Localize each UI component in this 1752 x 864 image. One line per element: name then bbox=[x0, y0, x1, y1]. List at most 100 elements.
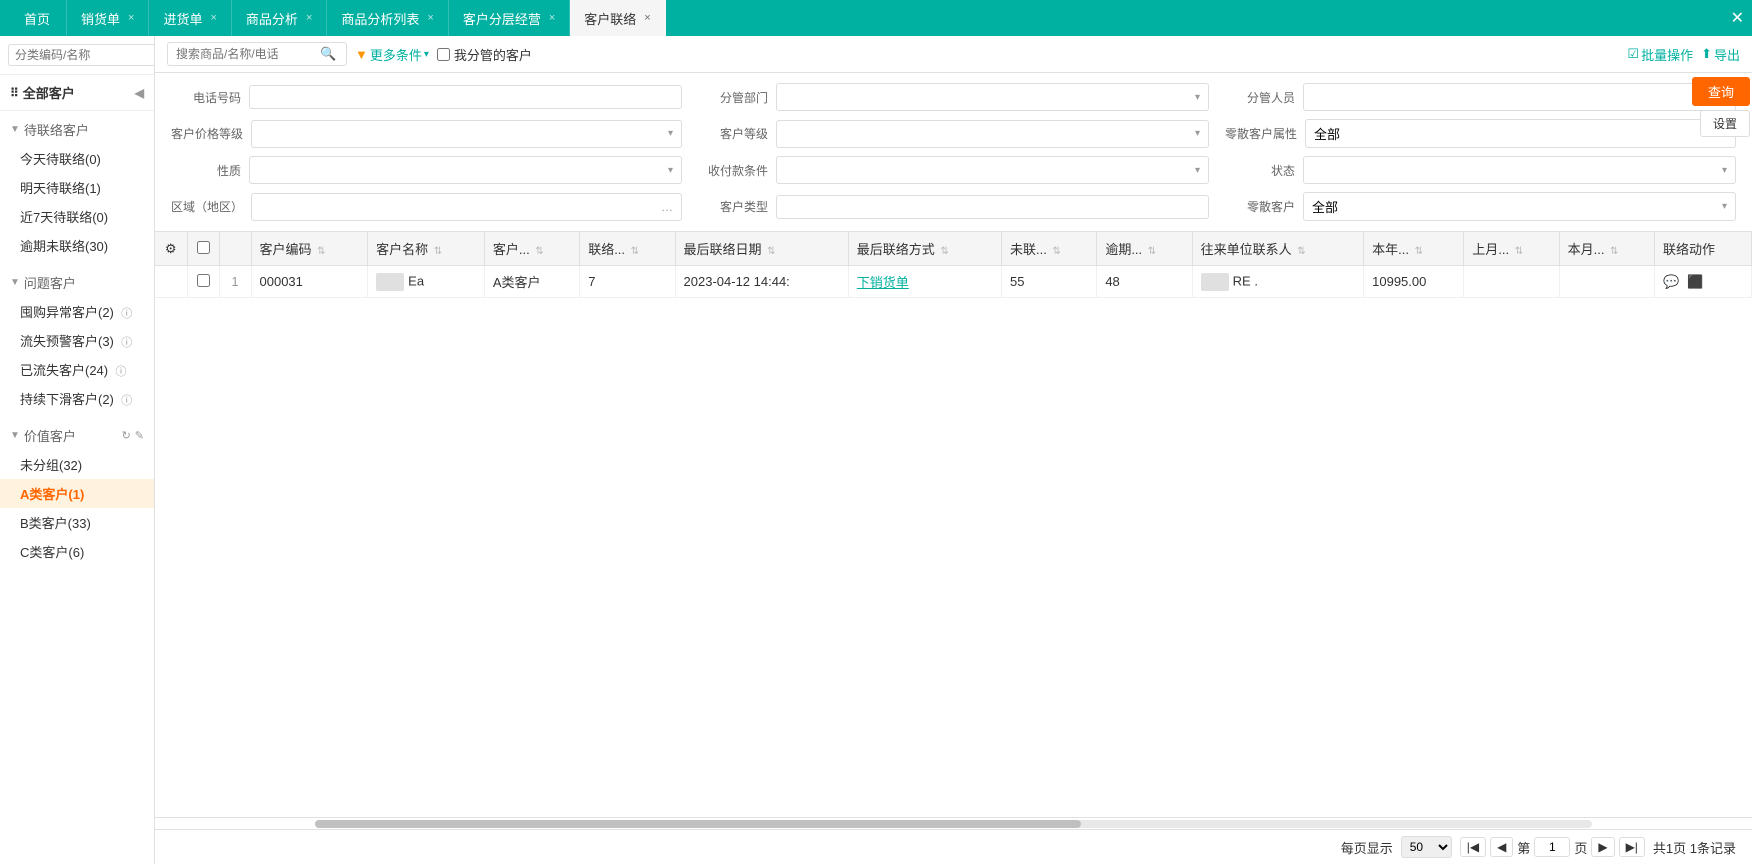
sidebar: 🔍 ⠿ 全部客户 ◀ ▼ 待联络客户 今天待联络(0) 明天待联络(1) 近7天… bbox=[0, 36, 155, 864]
sidebar-item-today[interactable]: 今天待联络(0) bbox=[0, 144, 154, 173]
filter-label-dept: 分管部门 bbox=[698, 89, 768, 106]
filter-region-select[interactable]: … bbox=[251, 193, 682, 221]
collapse-icon[interactable]: ◀ bbox=[135, 86, 144, 100]
section-title-value[interactable]: ▼ 价值客户 ↻ ✎ bbox=[0, 421, 154, 450]
col-gear[interactable]: ⚙ bbox=[155, 232, 187, 266]
filter-phone-input[interactable] bbox=[249, 85, 682, 109]
sidebar-search-input[interactable] bbox=[8, 44, 155, 66]
tab-label-customer-tier: 客户分层经营 bbox=[463, 9, 541, 28]
close-icon[interactable]: × bbox=[210, 12, 216, 24]
close-icon[interactable]: × bbox=[644, 12, 650, 24]
col-contacts-person[interactable]: 往来单位联系人 ⇅ bbox=[1192, 232, 1363, 266]
info-icon: ⓘ bbox=[121, 395, 132, 407]
section-title-pending[interactable]: ▼ 待联络客户 bbox=[0, 115, 154, 144]
prev-page-btn[interactable]: ◀ bbox=[1490, 837, 1513, 857]
col-name[interactable]: 客户名称 ⇅ bbox=[368, 232, 485, 266]
batch-ops-btn[interactable]: ☑ 批量操作 bbox=[1627, 45, 1693, 64]
window-close-icon[interactable]: ✕ bbox=[1731, 8, 1744, 28]
triangle-icon: ▼ bbox=[10, 277, 20, 288]
col-this-month[interactable]: 本月... ⇅ bbox=[1559, 232, 1654, 266]
query-button[interactable]: 查询 bbox=[1692, 77, 1750, 106]
search-bar[interactable]: 🔍 bbox=[167, 42, 347, 66]
filter-label-phone: 电话号码 bbox=[171, 89, 241, 106]
table-row: 1 000031 Ea A类客户 7 2023-04-12 14:44: 下销货… bbox=[155, 266, 1752, 298]
col-checkbox[interactable] bbox=[187, 232, 219, 266]
col-type[interactable]: 客户... ⇅ bbox=[484, 232, 579, 266]
filter-dept-select[interactable]: ▾ bbox=[776, 83, 1209, 111]
my-customers-checkbox-label[interactable]: 我分管的客户 bbox=[437, 45, 532, 64]
nav-tab-analysis[interactable]: 商品分析 × bbox=[232, 0, 327, 36]
section-label-pending: 待联络客户 bbox=[24, 120, 89, 139]
sidebar-item-ungrouped[interactable]: 未分组(32) bbox=[0, 450, 154, 479]
message-icon[interactable]: 💬 bbox=[1663, 274, 1679, 290]
search-icon[interactable]: 🔍 bbox=[320, 46, 336, 62]
my-customers-label: 我分管的客户 bbox=[454, 45, 532, 64]
sidebar-item-declining[interactable]: 持续下滑客户(2) ⓘ bbox=[0, 384, 154, 413]
main-search-input[interactable] bbox=[176, 47, 316, 61]
refresh-icon[interactable]: ↻ bbox=[122, 429, 131, 442]
page-num-input[interactable] bbox=[1534, 837, 1570, 857]
close-icon[interactable]: × bbox=[549, 12, 555, 24]
nav-tab-customer-tier[interactable]: 客户分层经营 × bbox=[449, 0, 570, 36]
sidebar-item-hoarding[interactable]: 囤购异常客户(2) ⓘ bbox=[0, 297, 154, 326]
filter-label-status: 状态 bbox=[1225, 162, 1295, 179]
edit-icon[interactable]: ✎ bbox=[135, 429, 144, 442]
toolbar: 🔍 ▼ 更多条件 ▾ 我分管的客户 ☑ 批量操作 ⬆ 导出 bbox=[155, 36, 1752, 73]
nav-tab-sales[interactable]: 销货单 × bbox=[67, 0, 149, 36]
col-overdue[interactable]: 逾期... ⇅ bbox=[1097, 232, 1192, 266]
close-icon[interactable]: × bbox=[427, 12, 433, 24]
sidebar-item-overdue[interactable]: 逾期未联络(30) bbox=[0, 231, 154, 260]
sidebar-item-tomorrow[interactable]: 明天待联络(1) bbox=[0, 173, 154, 202]
triangle-icon: ▼ bbox=[10, 430, 20, 441]
sidebar-item-class-a[interactable]: A类客户(1) bbox=[0, 479, 154, 508]
close-icon[interactable]: × bbox=[306, 12, 312, 24]
my-customers-checkbox[interactable] bbox=[437, 48, 450, 61]
col-last-method[interactable]: 最后联络方式 ⇅ bbox=[848, 232, 1001, 266]
row-gear bbox=[155, 266, 187, 298]
nav-tab-home[interactable]: 首页 bbox=[8, 0, 67, 36]
col-contact[interactable]: 联络... ⇅ bbox=[580, 232, 675, 266]
sidebar-item-7days[interactable]: 近7天待联络(0) bbox=[0, 202, 154, 231]
filter-status-select[interactable]: ▾ bbox=[1303, 156, 1736, 184]
sidebar-item-churn-warning[interactable]: 流失预警客户(3) ⓘ bbox=[0, 326, 154, 355]
filter-customer-type-input[interactable] bbox=[776, 195, 1209, 219]
col-this-year[interactable]: 本年... ⇅ bbox=[1364, 232, 1464, 266]
row-checkbox[interactable] bbox=[187, 266, 219, 298]
section-label-value: 价值客户 bbox=[24, 426, 76, 445]
per-page-select[interactable]: 50 100 bbox=[1401, 836, 1452, 858]
filter-customer-level-select[interactable]: ▾ bbox=[776, 120, 1209, 148]
nav-tab-analysis-list[interactable]: 商品分析列表 × bbox=[327, 0, 448, 36]
export-btn[interactable]: ⬆ 导出 bbox=[1701, 45, 1740, 64]
select-all-checkbox[interactable] bbox=[197, 241, 210, 254]
section-title-problem[interactable]: ▼ 问题客户 bbox=[0, 268, 154, 297]
row-last-method[interactable]: 下销货单 bbox=[848, 266, 1001, 298]
setting-button[interactable]: 设置 bbox=[1700, 110, 1750, 137]
col-last-month[interactable]: 上月... ⇅ bbox=[1464, 232, 1559, 266]
col-action: 联络动作 bbox=[1654, 232, 1751, 266]
nav-tab-customer-contact[interactable]: 客户联络 × bbox=[570, 0, 665, 36]
filter-label-person: 分管人员 bbox=[1225, 89, 1295, 106]
sidebar-item-class-b[interactable]: B类客户(33) bbox=[0, 508, 154, 537]
filter-nature-select[interactable]: ▾ bbox=[249, 156, 682, 184]
tab-label-customer-contact: 客户联络 bbox=[584, 9, 636, 28]
sidebar-item-class-c[interactable]: C类客户(6) bbox=[0, 537, 154, 566]
page-total-label: 页 bbox=[1574, 838, 1587, 857]
row-contacts: RE . bbox=[1192, 266, 1363, 298]
col-last-date[interactable]: 最后联络日期 ⇅ bbox=[675, 232, 848, 266]
col-no-contact[interactable]: 未联... ⇅ bbox=[1001, 232, 1096, 266]
col-code[interactable]: 客户编码 ⇅ bbox=[251, 232, 368, 266]
next-page-btn[interactable]: ▶ bbox=[1591, 837, 1614, 857]
nav-tab-purchase[interactable]: 进货单 × bbox=[149, 0, 231, 36]
h-scroll-area[interactable] bbox=[155, 817, 1752, 829]
filter-retail-attr-select[interactable]: 全部▾ bbox=[1305, 119, 1736, 148]
qrcode-icon[interactable]: ⬛ bbox=[1687, 274, 1703, 290]
sidebar-item-churned[interactable]: 已流失客户(24) ⓘ bbox=[0, 355, 154, 384]
first-page-btn[interactable]: |◀ bbox=[1460, 837, 1486, 857]
last-page-btn[interactable]: ▶| bbox=[1619, 837, 1645, 857]
close-icon[interactable]: × bbox=[128, 12, 134, 24]
filter-price-level-select[interactable]: ▾ bbox=[251, 120, 682, 148]
filter-retail-customer-select[interactable]: 全部▾ bbox=[1303, 192, 1736, 221]
filter-payment-select[interactable]: ▾ bbox=[776, 156, 1209, 184]
more-conditions-btn[interactable]: ▼ 更多条件 ▾ bbox=[355, 45, 429, 64]
filter-person-select[interactable]: … bbox=[1303, 83, 1736, 111]
